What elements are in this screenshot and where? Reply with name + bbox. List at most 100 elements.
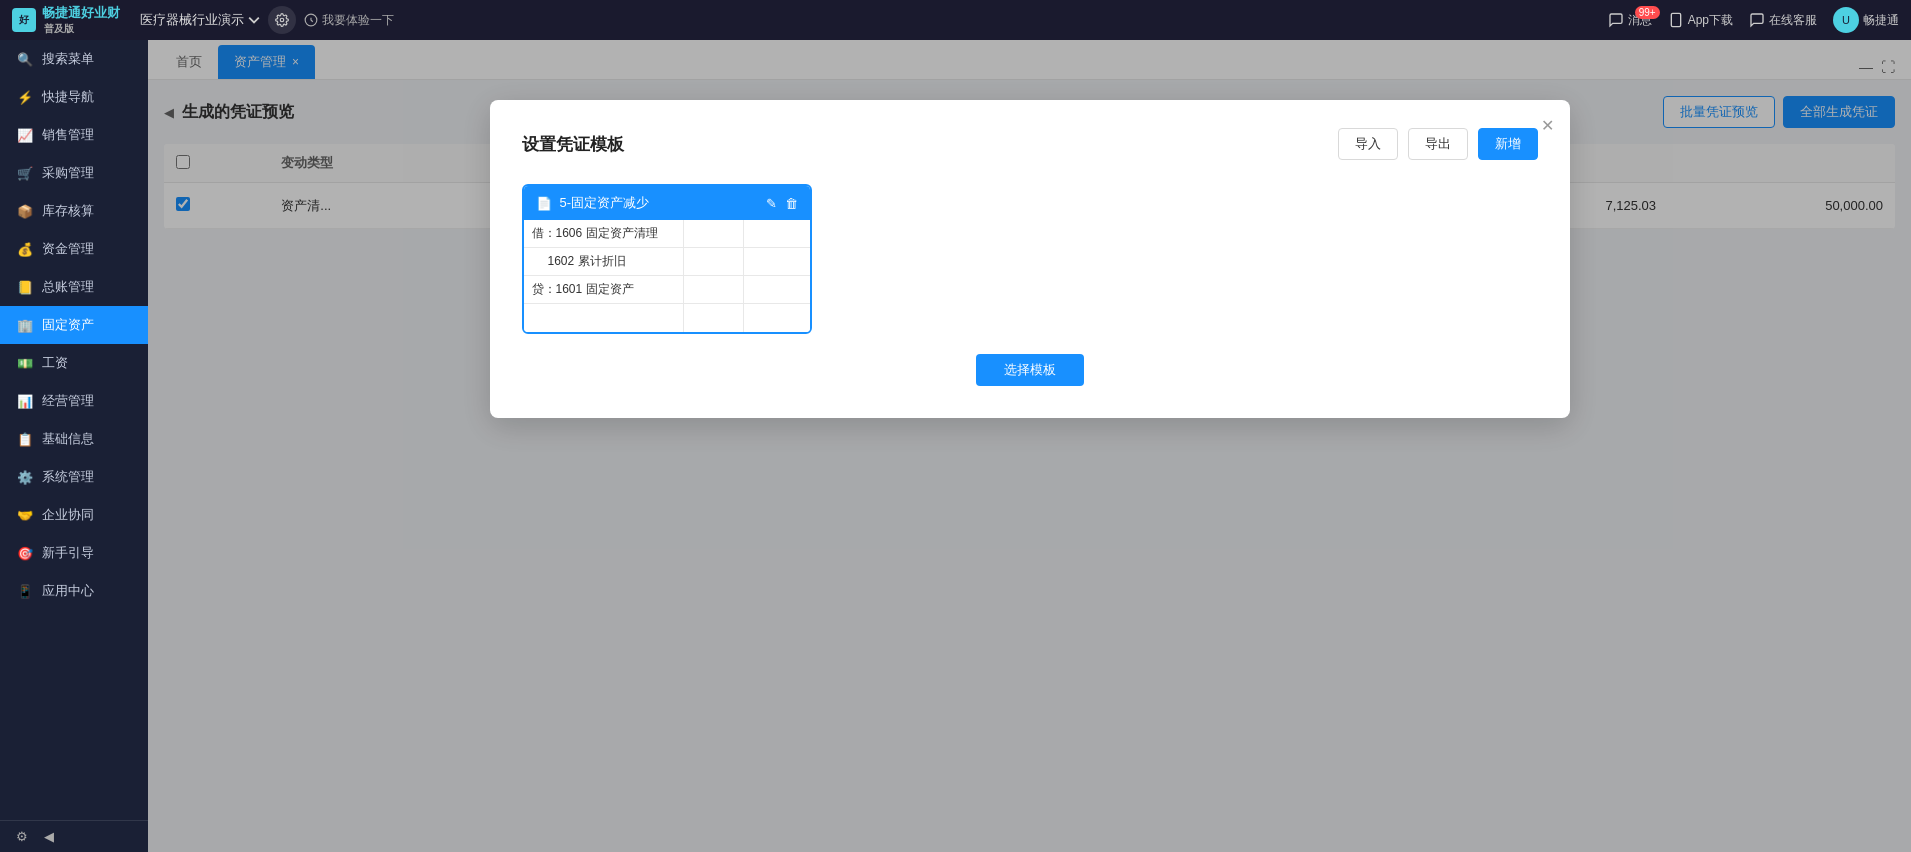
sidebar-item-purchase[interactable]: 🛒 采购管理 <box>0 154 148 192</box>
modal-title: 设置凭证模板 <box>522 133 624 156</box>
template-card: 📄 5-固定资产减少 ✎ 🗑 借：1606 固定资产清理 <box>522 184 812 334</box>
app-download-btn[interactable]: App下载 <box>1668 12 1733 29</box>
modal-header-btns: 导入 导出 新增 <box>1338 128 1538 160</box>
sidebar-footer: ⚙ ◀ <box>0 820 148 852</box>
top-bar-right: 消息 99+ App下载 在线客服 U 畅捷通 <box>1608 7 1899 33</box>
template-row-1: 借：1606 固定资产清理 <box>524 220 810 248</box>
sidebar-item-label: 总账管理 <box>42 278 94 296</box>
template-row-2: 1602 累计折旧 <box>524 248 810 276</box>
sidebar-item-label: 固定资产 <box>42 316 94 334</box>
sidebar-item-payroll[interactable]: 💵 工资 <box>0 344 148 382</box>
template-cell-debit-1 <box>684 220 744 247</box>
template-cell-account-2: 1602 累计折旧 <box>524 248 684 275</box>
template-name: 5-固定资产减少 <box>560 194 650 212</box>
template-empty-row <box>524 304 810 332</box>
content-area: 首页 资产管理 × — ⛶ ◀ 生成的凭证预览 批量凭证预览 <box>148 40 1911 852</box>
app-download-label: App下载 <box>1688 12 1733 29</box>
sidebar-item-guide[interactable]: 🎯 新手引导 <box>0 534 148 572</box>
apps-icon: 📱 <box>16 582 34 600</box>
template-card-header: 📄 5-固定资产减少 ✎ 🗑 <box>524 186 810 220</box>
enterprise-icon: 🤝 <box>16 506 34 524</box>
payroll-icon: 💵 <box>16 354 34 372</box>
sidebar-item-enterprise[interactable]: 🤝 企业协同 <box>0 496 148 534</box>
sidebar-item-operations[interactable]: 📊 经营管理 <box>0 382 148 420</box>
finance-icon: 💰 <box>16 240 34 258</box>
new-btn[interactable]: 新增 <box>1478 128 1538 160</box>
sidebar-item-label: 基础信息 <box>42 430 94 448</box>
fixed-assets-icon: 🏢 <box>16 316 34 334</box>
experience-btn[interactable]: 我要体验一下 <box>304 12 394 29</box>
template-card-header-left: 📄 5-固定资产减少 <box>536 194 650 212</box>
logo-icon: 好 <box>12 8 36 32</box>
sidebar-item-label: 采购管理 <box>42 164 94 182</box>
online-service-btn[interactable]: 在线客服 <box>1749 12 1817 29</box>
modal-close-btn[interactable]: ✕ <box>1541 116 1554 135</box>
import-btn[interactable]: 导入 <box>1338 128 1398 160</box>
messages-btn[interactable]: 消息 99+ <box>1608 12 1652 29</box>
operations-icon: 📊 <box>16 392 34 410</box>
select-template-btn[interactable]: 选择模板 <box>976 354 1084 386</box>
sidebar-item-quick-nav[interactable]: ⚡ 快捷导航 <box>0 78 148 116</box>
sidebar-scroll: 🔍 搜索菜单 ⚡ 快捷导航 📈 销售管理 🛒 采购管理 📦 库存核算 <box>0 40 148 820</box>
template-empty-cell-1 <box>524 304 684 332</box>
system-icon: ⚙️ <box>16 468 34 486</box>
modal-header: 设置凭证模板 导入 导出 新增 <box>522 128 1538 160</box>
template-card-body: 借：1606 固定资产清理 1602 累计折旧 贷：1601 固定资产 <box>524 220 810 332</box>
top-bar: 好 畅捷通好业财 普及版 医疗器械行业演示 我要体验一下 消息 9 <box>0 0 1911 40</box>
template-empty-cell-3 <box>744 304 804 332</box>
svg-point-0 <box>280 18 284 22</box>
template-row-3: 贷：1601 固定资产 <box>524 276 810 304</box>
svg-rect-2 <box>1671 13 1680 26</box>
search-icon: 🔍 <box>16 50 34 68</box>
sidebar-item-inventory[interactable]: 📦 库存核算 <box>0 192 148 230</box>
sidebar-item-system[interactable]: ⚙️ 系统管理 <box>0 458 148 496</box>
sidebar-item-search[interactable]: 🔍 搜索菜单 <box>0 40 148 78</box>
avatar: U <box>1833 7 1859 33</box>
template-cell-credit-2 <box>744 248 804 275</box>
user-menu[interactable]: U 畅捷通 <box>1833 7 1899 33</box>
modal-overlay: 设置凭证模板 导入 导出 新增 ✕ 📄 5-固定资产减 <box>148 40 1911 852</box>
sidebar-item-label: 资金管理 <box>42 240 94 258</box>
footer-settings-btn[interactable]: ⚙ <box>16 829 28 844</box>
logo: 好 畅捷通好业财 普及版 <box>12 4 120 36</box>
footer-collapse-btn[interactable]: ◀ <box>44 829 54 844</box>
edition-label: 普及版 <box>44 22 120 36</box>
sidebar-item-basic-info[interactable]: 📋 基础信息 <box>0 420 148 458</box>
sidebar: 🔍 搜索菜单 ⚡ 快捷导航 📈 销售管理 🛒 采购管理 📦 库存核算 <box>0 40 148 852</box>
template-cell-credit-1 <box>744 220 804 247</box>
basic-info-icon: 📋 <box>16 430 34 448</box>
experience-label: 我要体验一下 <box>322 12 394 29</box>
online-service-label: 在线客服 <box>1769 12 1817 29</box>
sidebar-item-label: 快捷导航 <box>42 88 94 106</box>
purchase-icon: 🛒 <box>16 164 34 182</box>
inventory-icon: 📦 <box>16 202 34 220</box>
quick-nav-icon: ⚡ <box>16 88 34 106</box>
template-empty-cell-2 <box>684 304 744 332</box>
company-name: 医疗器械行业演示 <box>140 11 244 29</box>
template-cell-credit-3 <box>744 276 804 303</box>
template-edit-icon[interactable]: ✎ <box>766 196 777 211</box>
sidebar-item-fixed-assets[interactable]: 🏢 固定资产 <box>0 306 148 344</box>
template-delete-icon[interactable]: 🗑 <box>785 196 798 211</box>
settings-icon[interactable] <box>268 6 296 34</box>
sidebar-item-label: 新手引导 <box>42 544 94 562</box>
guide-icon: 🎯 <box>16 544 34 562</box>
sidebar-item-apps[interactable]: 📱 应用中心 <box>0 572 148 610</box>
sidebar-item-finance[interactable]: 💰 资金管理 <box>0 230 148 268</box>
sidebar-item-label: 应用中心 <box>42 582 94 600</box>
logo-text: 畅捷通好业财 <box>42 4 120 22</box>
sidebar-item-label: 销售管理 <box>42 126 94 144</box>
sidebar-item-label: 企业协同 <box>42 506 94 524</box>
export-btn[interactable]: 导出 <box>1408 128 1468 160</box>
sidebar-item-ledger[interactable]: 📒 总账管理 <box>0 268 148 306</box>
company-selector[interactable]: 医疗器械行业演示 <box>140 11 260 29</box>
sidebar-item-label: 库存核算 <box>42 202 94 220</box>
messages-badge: 99+ <box>1635 6 1660 19</box>
sidebar-item-sales[interactable]: 📈 销售管理 <box>0 116 148 154</box>
sidebar-item-label: 系统管理 <box>42 468 94 486</box>
template-cell-account-3: 贷：1601 固定资产 <box>524 276 684 303</box>
top-bar-center: 医疗器械行业演示 我要体验一下 <box>140 6 1608 34</box>
sales-icon: 📈 <box>16 126 34 144</box>
modal-set-template: 设置凭证模板 导入 导出 新增 ✕ 📄 5-固定资产减 <box>490 100 1570 418</box>
sidebar-item-label: 经营管理 <box>42 392 94 410</box>
